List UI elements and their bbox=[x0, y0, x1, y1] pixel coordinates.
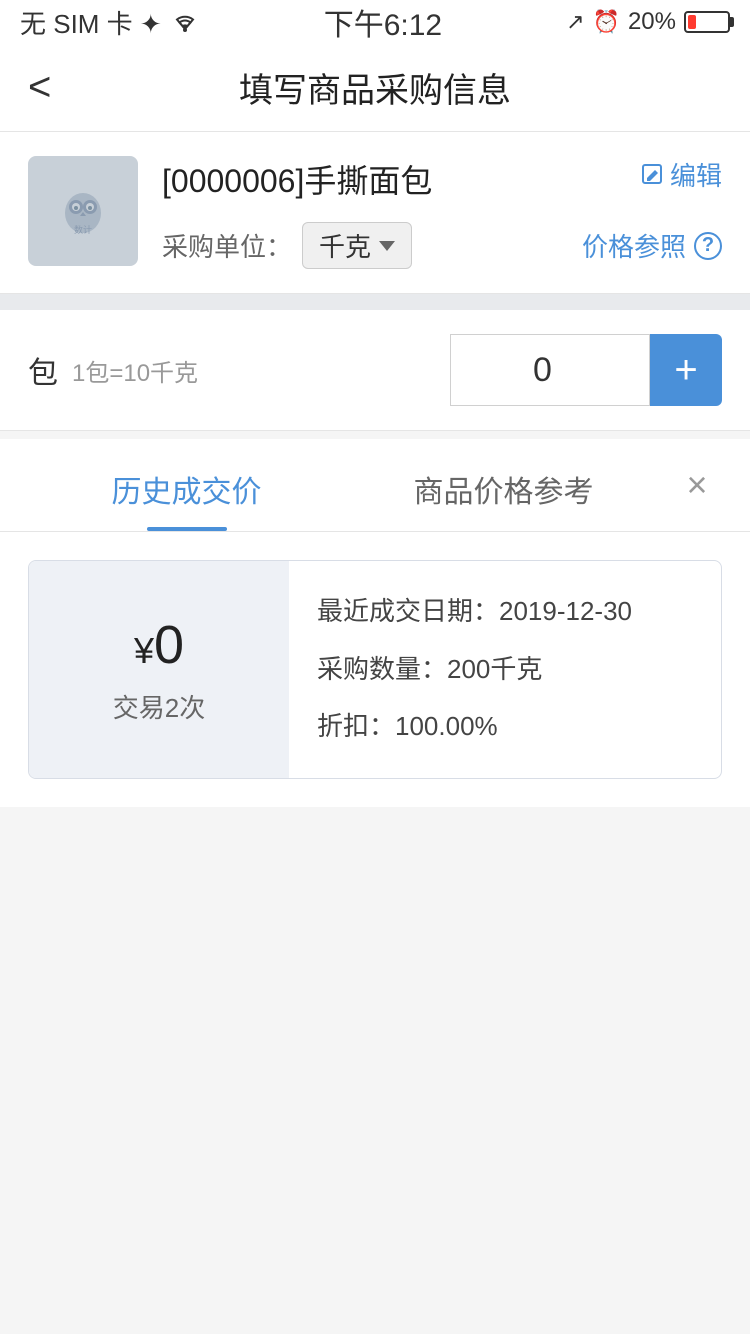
tab-history-price[interactable]: 历史成交价 bbox=[28, 439, 345, 531]
status-right: ↗ ⏰ 20% bbox=[566, 8, 730, 36]
unit-select-dropdown[interactable]: 千克 bbox=[302, 222, 412, 269]
unit-label: 采购单位： 千克 bbox=[162, 222, 412, 269]
detail-value-date: 2019-12-30 bbox=[499, 596, 632, 626]
section-divider bbox=[0, 294, 750, 310]
tabs-container: 历史成交价 商品价格参考 × ¥0 交易2次 最近成交日期：2019-12-30… bbox=[0, 439, 750, 807]
history-detail-panel: 最近成交日期：2019-12-30 采购数量：200千克 折扣：100.00% bbox=[289, 561, 721, 778]
quantity-unit-info: 包 1包=10千克 bbox=[28, 348, 198, 392]
nav-bar: < 填写商品采购信息 bbox=[0, 44, 750, 132]
history-content: ¥0 交易2次 最近成交日期：2019-12-30 采购数量：200千克 折扣：… bbox=[0, 532, 750, 807]
product-info: [0000006]手撕面包 编辑 采购单位： 千克 价格参照 ? bbox=[162, 156, 722, 269]
status-left: 无 SIM 卡 ✦ bbox=[20, 4, 200, 41]
product-id: [0000006] bbox=[162, 163, 304, 199]
history-trades-count: 交易2次 bbox=[113, 688, 205, 725]
product-image-owl: 数计 bbox=[53, 181, 113, 241]
sim-status: 无 SIM 卡 ✦ bbox=[20, 4, 162, 41]
detail-label-qty: 采购数量： bbox=[317, 654, 447, 684]
battery-indicator bbox=[684, 11, 730, 33]
page-title: 填写商品采购信息 bbox=[239, 63, 511, 112]
wifi-icon bbox=[170, 11, 200, 33]
product-title: 手撕面包 bbox=[304, 163, 432, 199]
tab-product-price-ref[interactable]: 商品价格参考 bbox=[345, 439, 662, 531]
edit-button[interactable]: 编辑 bbox=[642, 156, 722, 193]
tabs-header: 历史成交价 商品价格参考 × bbox=[0, 439, 750, 532]
currency-symbol: ¥ bbox=[134, 630, 154, 671]
product-thumbnail: 数计 bbox=[28, 156, 138, 266]
chevron-down-icon bbox=[379, 241, 395, 251]
history-price-value: ¥0 bbox=[134, 614, 184, 676]
product-card: 数计 [0000006]手撕面包 编辑 采购单位： 千克 bbox=[0, 132, 750, 294]
quantity-plus-button[interactable]: + bbox=[650, 334, 722, 406]
detail-row-discount: 折扣：100.00% bbox=[317, 706, 693, 748]
location-icon: ↗ bbox=[566, 9, 584, 35]
battery-percent: 20% bbox=[628, 8, 676, 36]
unit-box-label: 包 bbox=[28, 348, 58, 392]
detail-value-discount: 100.00% bbox=[395, 711, 498, 741]
status-bar: 无 SIM 卡 ✦ 下午6:12 ↗ ⏰ 20% bbox=[0, 0, 750, 44]
history-price-panel: ¥0 交易2次 bbox=[29, 561, 289, 778]
help-icon: ? bbox=[694, 232, 722, 260]
svg-text:数计: 数计 bbox=[74, 224, 92, 235]
detail-label-date: 最近成交日期： bbox=[317, 596, 499, 626]
status-time: 下午6:12 bbox=[324, 0, 442, 44]
quantity-input[interactable] bbox=[450, 334, 650, 406]
detail-label-discount: 折扣： bbox=[317, 711, 395, 741]
quantity-row: 包 1包=10千克 + bbox=[0, 310, 750, 431]
product-name: [0000006]手撕面包 bbox=[162, 156, 432, 202]
product-name-row: [0000006]手撕面包 编辑 bbox=[162, 156, 722, 202]
back-button[interactable]: < bbox=[28, 65, 51, 110]
tab-close-button[interactable]: × bbox=[672, 460, 722, 510]
alarm-icon: ⏰ bbox=[593, 9, 620, 35]
conversion-text: 1包=10千克 bbox=[72, 353, 198, 388]
detail-row-quantity: 采购数量：200千克 bbox=[317, 649, 693, 691]
history-card: ¥0 交易2次 最近成交日期：2019-12-30 采购数量：200千克 折扣：… bbox=[28, 560, 722, 779]
price-reference-link[interactable]: 价格参照 ? bbox=[582, 227, 722, 264]
quantity-input-group: + bbox=[450, 334, 722, 406]
edit-icon bbox=[642, 164, 664, 186]
detail-row-date: 最近成交日期：2019-12-30 bbox=[317, 591, 693, 633]
unit-row: 采购单位： 千克 价格参照 ? bbox=[162, 222, 722, 269]
detail-value-qty: 200千克 bbox=[447, 654, 542, 684]
